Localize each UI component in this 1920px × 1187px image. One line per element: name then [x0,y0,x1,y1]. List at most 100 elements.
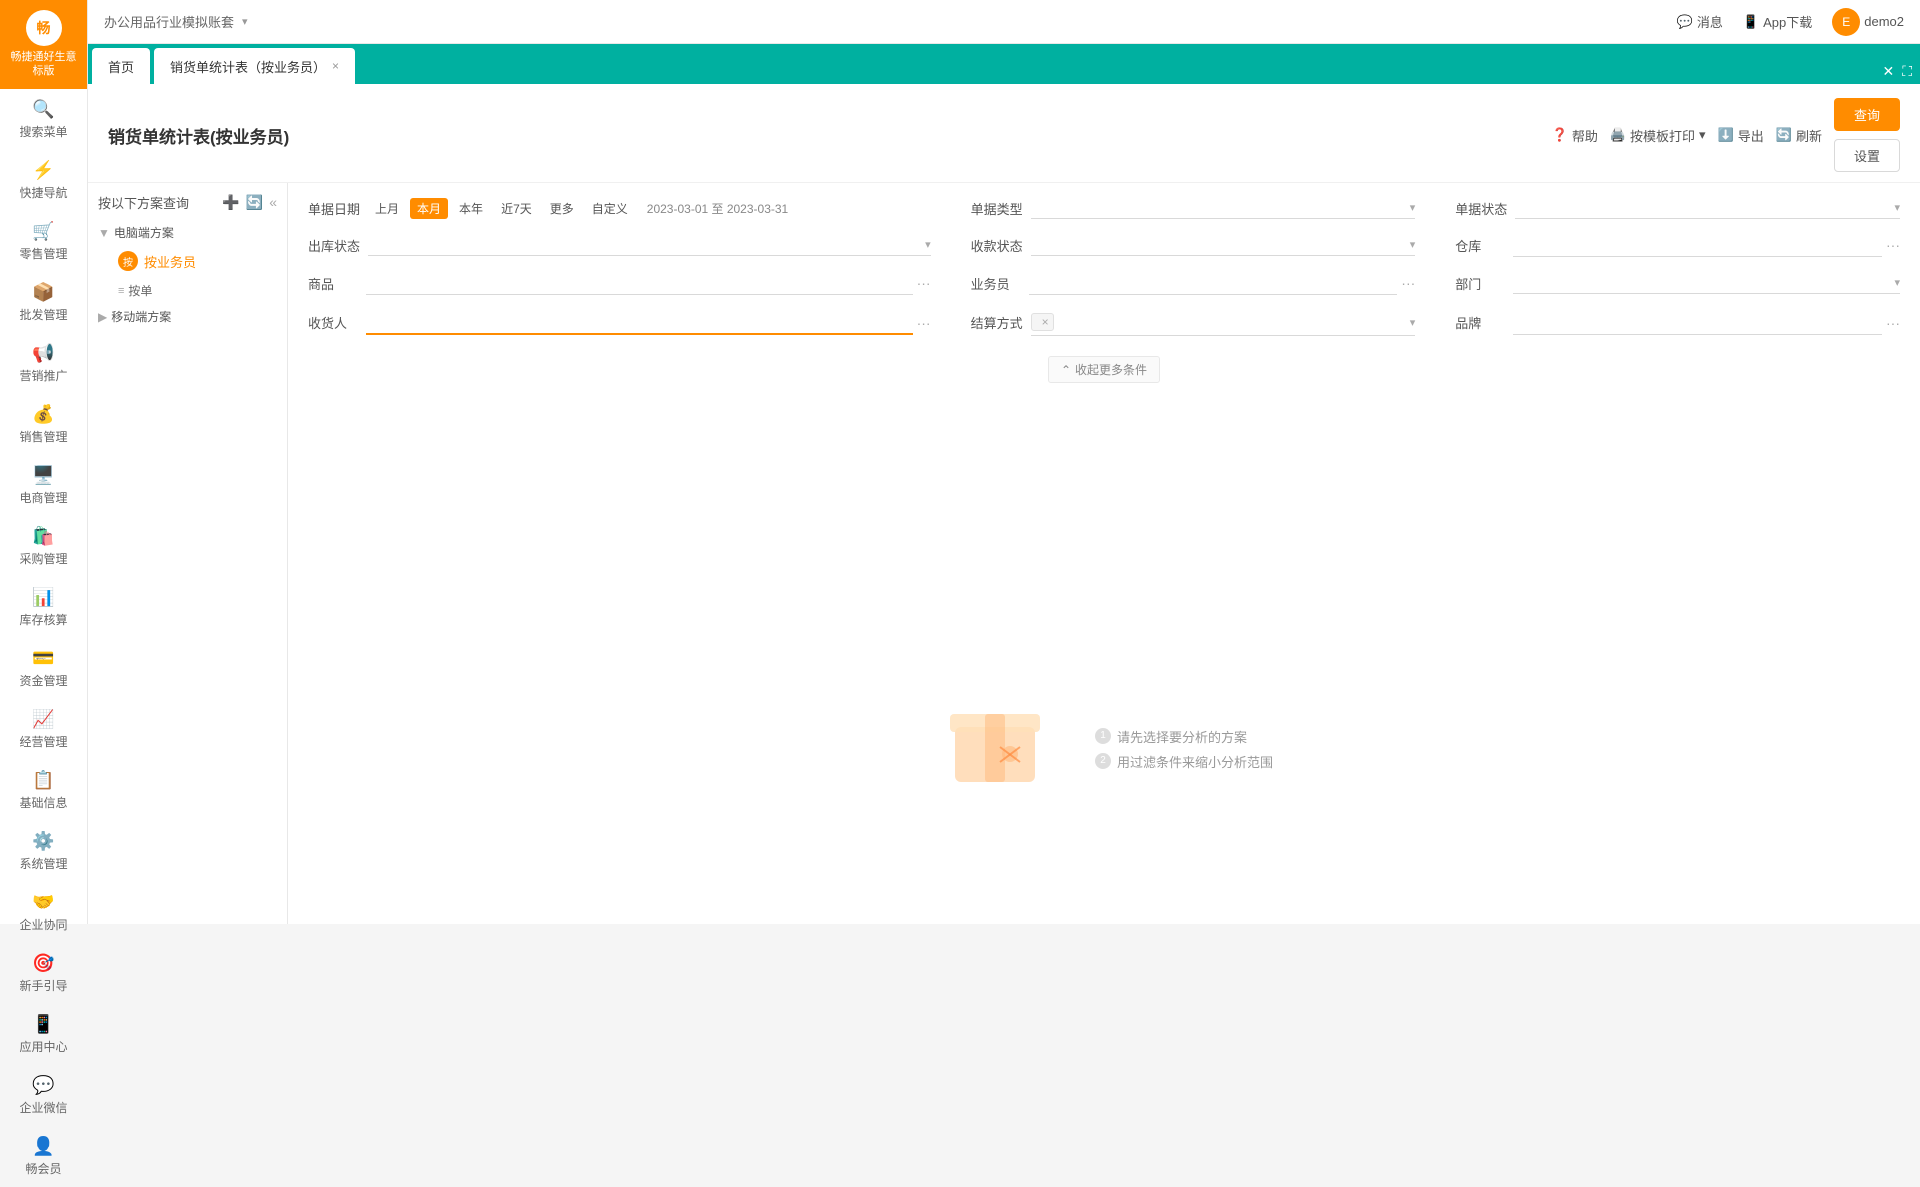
user-menu[interactable]: E demo2 [1832,8,1904,36]
sidebar-item-label: 销售管理 [19,428,67,445]
warehouse-input[interactable] [1513,233,1882,257]
sidebar-item-appstore[interactable]: 📱 应用中心 [0,1004,87,1065]
goods-input[interactable] [366,271,913,295]
date-tab-custom[interactable]: 自定义 [585,198,635,219]
close-window-icon[interactable]: ✕ [1882,63,1894,80]
phone-icon: 📱 [1743,14,1759,30]
sidebar-item-retail[interactable]: 🛒 零售管理 [0,211,87,272]
query-button[interactable]: 查询 [1834,98,1900,131]
consignee-input[interactable] [366,310,913,335]
receivestatus-dropdown-icon: ▾ [1410,238,1416,251]
export-icon: ⬇️ [1718,127,1734,143]
sidebar-item-label: 新手引导 [19,977,67,994]
purchase-icon: 🛍️ [32,526,54,547]
sidebar-item-label: 快捷导航 [19,184,67,201]
avatar: E [1832,8,1860,36]
export-button[interactable]: ⬇️ 导出 [1718,126,1764,145]
sidebar-item-quick[interactable]: ⚡ 快捷导航 [0,150,87,211]
sidebar-item-inventory[interactable]: 📊 库存核算 [0,577,87,638]
wechat-icon: 💬 [32,1075,54,1096]
tab-close-icon[interactable]: × [332,59,339,73]
goods-dots[interactable]: ··· [917,275,931,291]
filter-consignee-field: 收货人 ··· [308,310,931,335]
system-icon: ⚙️ [32,831,54,852]
desktop-arrow-icon: ▼ [98,226,110,240]
sidebar-item-marketing[interactable]: 📢 营销推广 [0,333,87,394]
refresh-button[interactable]: 🔄 刷新 [1776,126,1822,145]
outstatus-select[interactable]: ▾ [368,234,931,256]
settings-button[interactable]: 设置 [1834,139,1900,172]
print-icon: 🖨️ [1610,127,1626,143]
help-button[interactable]: ❓ 帮助 [1552,126,1598,145]
sidebar-item-label: 应用中心 [19,1038,67,1055]
account-dropdown-icon[interactable]: ▾ [242,15,248,28]
date-tab-thismonth[interactable]: 本月 [410,198,448,219]
scheme-desktop-label: 电脑端方案 [114,224,174,241]
dept-label: 部门 [1455,274,1505,293]
date-tab-thisyear[interactable]: 本年 [452,198,490,219]
sidebar-logo[interactable]: 畅 畅捷通好生意标版 [0,0,87,89]
brand-dots[interactable]: ··· [1886,315,1900,331]
sidebar-item-sales[interactable]: 💰 销售管理 [0,394,87,455]
filter-row-4: 收货人 ··· 结算方式 × [308,309,1900,336]
staff-dots[interactable]: ··· [1401,275,1415,291]
scheme-desktop-header[interactable]: ▼ 电脑端方案 [88,220,287,245]
sidebar-item-system[interactable]: ⚙️ 系统管理 [0,821,87,882]
filter-outstatus-field: 出库状态 ▾ [308,234,931,256]
sidebar-item-purchase[interactable]: 🛍️ 采购管理 [0,516,87,577]
tab-report[interactable]: 销货单统计表（按业务员） × [154,48,355,84]
sidebar-item-enterprise[interactable]: 🤝 企业协同 [0,882,87,943]
date-tabs: 上月 本月 本年 近7天 更多 自定义 [368,198,635,219]
date-tab-more[interactable]: 更多 [543,198,581,219]
scheme-refresh-icon[interactable]: 🔄 [246,194,263,211]
sidebar-item-label: 批发管理 [19,306,67,323]
tabs-bar: 首页 销货单统计表（按业务员） × ✕ ⛶ [88,44,1920,84]
receivestatus-select[interactable]: ▾ [1031,234,1416,256]
sales-icon: 💰 [32,404,54,425]
hint-text-1: 请先选择要分析的方案 [1117,727,1247,746]
collapse-bar: ⌃ 收起更多条件 [308,350,1900,393]
app-download-button[interactable]: 📱 App下载 [1743,12,1812,31]
date-tab-7days[interactable]: 近7天 [494,198,539,219]
sidebar-item-finance[interactable]: 💳 资金管理 [0,638,87,699]
sidebar-item-member[interactable]: 👤 畅会员 [0,1126,87,1187]
message-icon: 💬 [1677,14,1693,30]
scheme-mobile-header[interactable]: ▶ 移动端方案 [88,304,287,329]
scheme-add-icon[interactable]: ➕ [222,194,239,211]
payment-select[interactable]: × ▾ [1031,309,1416,336]
consignee-dots[interactable]: ··· [917,315,931,331]
message-button[interactable]: 💬 消息 [1677,12,1723,31]
maximize-icon[interactable]: ⛶ [1902,63,1912,80]
enterprise-icon: 🤝 [32,892,54,913]
payment-tag-close[interactable]: × [1042,315,1049,329]
filter-warehouse-field: 仓库 ··· [1455,233,1900,257]
template-print-label: 按模板打印 [1630,126,1695,145]
sidebar-item-wechat[interactable]: 💬 企业微信 [0,1065,87,1126]
collapse-button[interactable]: ⌃ 收起更多条件 [1048,356,1160,383]
scheme-collapse-icon[interactable]: « [269,194,277,211]
print-dropdown-icon: ▾ [1699,127,1706,143]
brand-input[interactable] [1513,311,1882,335]
scheme-item-byorder[interactable]: ≡ 按单 [88,277,287,304]
staff-input[interactable] [1029,271,1398,295]
payment-label: 结算方式 [971,313,1023,332]
template-print-button[interactable]: 🖨️ 按模板打印 ▾ [1610,126,1706,145]
sidebar-item-ecom[interactable]: 🖥️ 电商管理 [0,455,87,516]
scheme-item-bystaff[interactable]: 按 按业务员 [88,245,287,277]
date-tab-lastmonth[interactable]: 上月 [368,198,406,219]
dept-select[interactable]: ▾ [1513,272,1900,294]
main-area: 办公用品行业模拟账套 ▾ 💬 消息 📱 App下载 E demo2 首页 销货单… [88,0,1920,924]
sidebar-item-newbie[interactable]: 🎯 新手引导 [0,943,87,1004]
sidebar-item-label: 营销推广 [19,367,67,384]
tab-home[interactable]: 首页 [92,48,150,84]
warehouse-label: 仓库 [1455,236,1505,255]
type-select[interactable]: ▾ [1031,197,1416,219]
sidebar-item-operations[interactable]: 📈 经营管理 [0,699,87,760]
filter-row-1: 单据日期 上月 本月 本年 近7天 更多 自定义 2023-03-01 至 20… [308,197,1900,219]
warehouse-dots[interactable]: ··· [1886,237,1900,253]
ecom-icon: 🖥️ [32,465,54,486]
status-select[interactable]: ▾ [1515,197,1900,219]
sidebar-item-wholesale[interactable]: 📦 批发管理 [0,272,87,333]
sidebar-item-base[interactable]: 📋 基础信息 [0,760,87,821]
sidebar-item-search[interactable]: 🔍 搜索菜单 [0,89,87,150]
